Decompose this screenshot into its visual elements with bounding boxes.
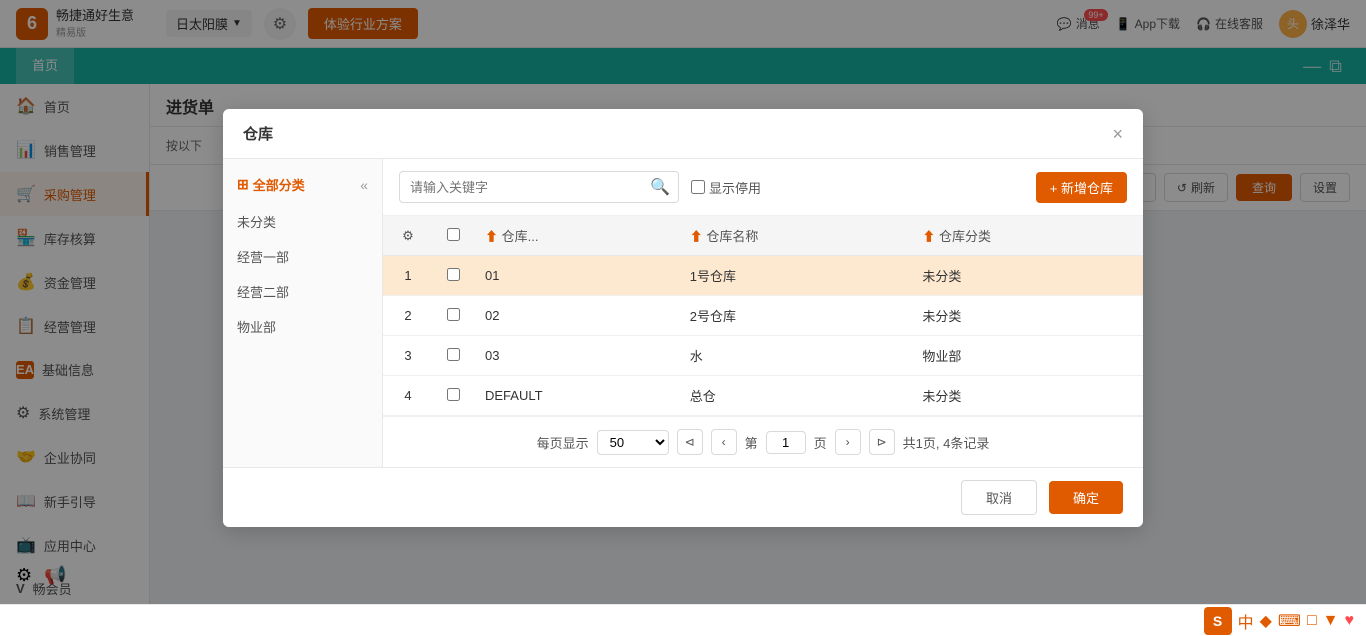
row-index-num: 3 (383, 336, 433, 376)
sort-icon-code: ⬆ (485, 229, 498, 244)
show-disabled-label: 显示停用 (709, 178, 761, 197)
warehouse-table-body: 1 01 1号仓库 未分类 2 02 2号仓库 未分类 3 03 水 物业部 4 (383, 256, 1143, 416)
search-input[interactable] (400, 175, 642, 200)
row-name: 2号仓库 (678, 296, 911, 336)
modal-sidebar: ⊞ 全部分类 « 未分类经营一部经营二部物业部 (223, 159, 383, 467)
keyboard-icon[interactable]: ⌨ (1278, 611, 1301, 631)
table-row[interactable]: 3 03 水 物业部 (383, 336, 1143, 376)
warehouse-table: ⚙ ⬆ 仓库... ⬆ 仓库名称 (383, 216, 1143, 416)
modal-sidebar-item[interactable]: 未分类 (223, 204, 382, 239)
row-category: 未分类 (910, 256, 1143, 296)
window-icon[interactable]: □ (1307, 612, 1317, 630)
select-all-checkbox[interactable] (447, 228, 460, 241)
row-code: DEFAULT (473, 376, 678, 416)
row-code: 03 (473, 336, 678, 376)
arrow-icon[interactable]: ▼ (1323, 612, 1339, 630)
show-disabled-checkbox[interactable] (691, 180, 705, 194)
row-category: 物业部 (910, 336, 1143, 376)
page-label: 第 (745, 433, 758, 452)
row-checkbox[interactable] (447, 268, 460, 281)
search-button[interactable]: 🔍 (642, 172, 678, 202)
modal-toolbar: 🔍 显示停用 + 新增仓库 (383, 159, 1143, 216)
modal-header: 仓库 × (223, 109, 1143, 159)
th-name: ⬆ 仓库名称 (678, 216, 911, 256)
modal-sidebar-item[interactable]: 经营一部 (223, 239, 382, 274)
modal-sidebar-item[interactable]: 经营二部 (223, 274, 382, 309)
row-category: 未分类 (910, 296, 1143, 336)
warehouse-modal: 仓库 × ⊞ 全部分类 « 未分类经营一部经营二部物业部 (223, 109, 1143, 527)
row-index-num: 1 (383, 256, 433, 296)
row-checkbox[interactable] (447, 388, 460, 401)
pagination: 每页显示 50 100 ⊲ ‹ 第 页 › ⊳ 共1页, 4条记录 (383, 416, 1143, 467)
th-category: ⬆ 仓库分类 (910, 216, 1143, 256)
confirm-button[interactable]: 确定 (1049, 481, 1123, 514)
collapse-button[interactable]: « (360, 177, 368, 193)
last-page-button[interactable]: ⊳ (869, 429, 895, 455)
modal-table-wrap: ⚙ ⬆ 仓库... ⬆ 仓库名称 (383, 216, 1143, 416)
th-settings-icon: ⚙ (402, 228, 414, 243)
modal-sidebar-items: 未分类经营一部经营二部物业部 (223, 204, 382, 344)
sort-icon-category: ⬆ (922, 229, 935, 244)
row-index-num: 2 (383, 296, 433, 336)
row-checkbox[interactable] (447, 308, 460, 321)
next-page-button[interactable]: › (835, 429, 861, 455)
total-info: 共1页, 4条记录 (903, 433, 990, 452)
row-checkbox-cell (433, 256, 473, 296)
row-name: 水 (678, 336, 911, 376)
chinese-icon[interactable]: 中 (1238, 609, 1254, 633)
row-code: 02 (473, 296, 678, 336)
modal-main-content: 🔍 显示停用 + 新增仓库 ⚙ (383, 159, 1143, 467)
row-code: 01 (473, 256, 678, 296)
dot-icon[interactable]: ◆ (1260, 611, 1272, 631)
s-brand-icon: S (1204, 607, 1232, 635)
modal-overlay: 仓库 × ⊞ 全部分类 « 未分类经营一部经营二部物业部 (0, 0, 1366, 636)
table-row[interactable]: 1 01 1号仓库 未分类 (383, 256, 1143, 296)
heart-icon[interactable]: ♥ (1345, 612, 1355, 630)
row-checkbox-cell (433, 376, 473, 416)
row-checkbox-cell (433, 296, 473, 336)
page-unit: 页 (814, 433, 827, 452)
prev-page-button[interactable]: ‹ (711, 429, 737, 455)
modal-sidebar-item[interactable]: 物业部 (223, 309, 382, 344)
row-index-num: 4 (383, 376, 433, 416)
row-name: 1号仓库 (678, 256, 911, 296)
per-page-label: 每页显示 (537, 433, 589, 452)
search-box: 🔍 (399, 171, 679, 203)
row-checkbox[interactable] (447, 348, 460, 361)
add-warehouse-button[interactable]: + 新增仓库 (1036, 172, 1127, 203)
per-page-select[interactable]: 50 100 (597, 430, 669, 455)
sort-icon-name: ⬆ (690, 229, 703, 244)
table-header-row: ⚙ ⬆ 仓库... ⬆ 仓库名称 (383, 216, 1143, 256)
modal-body: ⊞ 全部分类 « 未分类经营一部经营二部物业部 🔍 (223, 159, 1143, 467)
first-page-button[interactable]: ⊲ (677, 429, 703, 455)
th-settings: ⚙ (383, 216, 433, 256)
status-bar: S 中 ◆ ⌨ □ ▼ ♥ (0, 604, 1366, 636)
show-disabled-area: 显示停用 (691, 178, 761, 197)
modal-close-button[interactable]: × (1112, 125, 1123, 143)
modal-sidebar-header: ⊞ 全部分类 « (223, 169, 382, 204)
modal-action-footer: 取消 确定 (223, 467, 1143, 527)
table-row[interactable]: 2 02 2号仓库 未分类 (383, 296, 1143, 336)
th-code: ⬆ 仓库... (473, 216, 678, 256)
page-input[interactable] (766, 431, 806, 454)
modal-title: 仓库 (243, 123, 273, 144)
cancel-button[interactable]: 取消 (961, 480, 1037, 515)
th-checkbox (433, 216, 473, 256)
modal-sidebar-title: ⊞ 全部分类 (237, 175, 305, 194)
grid-icon: ⊞ (237, 176, 249, 193)
table-row[interactable]: 4 DEFAULT 总仓 未分类 (383, 376, 1143, 416)
status-icons: S 中 ◆ ⌨ □ ▼ ♥ (1204, 607, 1354, 635)
row-checkbox-cell (433, 336, 473, 376)
row-category: 未分类 (910, 376, 1143, 416)
row-name: 总仓 (678, 376, 911, 416)
